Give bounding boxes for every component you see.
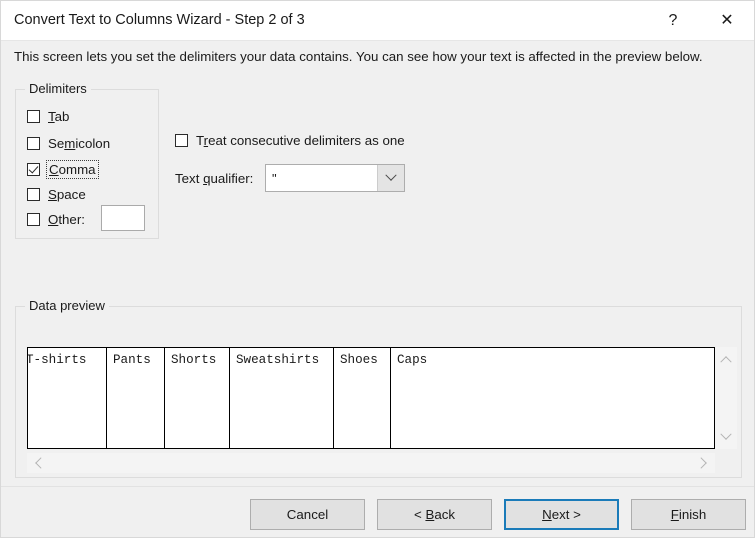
checkbox-other-box[interactable] [27, 213, 40, 226]
preview-column-header: Sweatshirts [236, 353, 320, 367]
delimiters-group-label: Delimiters [25, 81, 91, 96]
preview-column-header: Shorts [171, 353, 217, 367]
other-delimiter-input[interactable] [101, 205, 145, 231]
dialog-title: Convert Text to Columns Wizard - Step 2 … [14, 12, 305, 28]
accel-f: F [670, 507, 679, 522]
chevron-down-icon[interactable] [377, 165, 404, 191]
preview-column-0[interactable]: T-shirts [28, 348, 107, 448]
preview-column-header: Caps [397, 353, 428, 367]
preview-horizontal-scrollbar[interactable] [27, 453, 715, 473]
preview-column-5[interactable]: Caps [391, 348, 714, 448]
preview-column-header: Pants [113, 353, 151, 367]
checkbox-semicolon[interactable]: Semicolon [27, 134, 110, 153]
checkbox-other-label: Other: [48, 212, 85, 227]
preview-column-4[interactable]: Shoes [334, 348, 391, 448]
checkbox-treat-consecutive-delimiters[interactable]: Treat consecutive delimiters as one [175, 131, 405, 150]
checkbox-tab[interactable]: Tab [27, 107, 69, 126]
cancel-button[interactable]: Cancel [250, 499, 365, 530]
text-to-columns-wizard-dialog: Convert Text to Columns Wizard - Step 2 … [0, 0, 755, 538]
title-bar: Convert Text to Columns Wizard - Step 2 … [1, 1, 754, 41]
accel-c: C [49, 162, 59, 177]
next-button[interactable]: Next > [504, 499, 619, 530]
checkbox-tab-label: Tab [48, 109, 70, 124]
chevron-down-glyph [385, 169, 397, 181]
preview-column-header: Shoes [340, 353, 378, 367]
data-preview-table[interactable]: T-shirts Pants Shorts Sweatshirts Shoes … [27, 347, 715, 449]
scroll-right-icon[interactable] [694, 453, 714, 473]
instruction-text: This screen lets you set the delimiters … [14, 49, 703, 64]
checkbox-semicolon-label: Semicolon [48, 136, 111, 151]
checkbox-semicolon-box[interactable] [27, 137, 40, 150]
preview-column-3[interactable]: Sweatshirts [230, 348, 334, 448]
scroll-up-icon[interactable] [715, 349, 737, 369]
preview-column-header: T-shirts [28, 353, 87, 367]
accel-m: m [64, 136, 76, 151]
checkbox-comma-label: Comma [46, 160, 99, 179]
checkbox-space[interactable]: Space [27, 185, 86, 204]
scroll-left-icon[interactable] [28, 453, 48, 473]
next-button-label: Next > [542, 507, 581, 522]
text-qualifier-label: Text qualifier: [175, 171, 254, 186]
accel-q: q [203, 171, 211, 186]
preview-vertical-scrollbar[interactable] [715, 347, 737, 449]
back-button[interactable]: < Back [377, 499, 492, 530]
cancel-button-label: Cancel [286, 507, 329, 522]
preview-column-2[interactable]: Shorts [165, 348, 230, 448]
question-mark-icon: ? [668, 11, 678, 29]
checkbox-treat-consecutive-label: Treat consecutive delimiters as one [196, 133, 405, 148]
checkbox-space-box[interactable] [27, 188, 40, 201]
text-qualifier-value: " [272, 170, 277, 186]
scroll-down-icon[interactable] [715, 427, 737, 447]
accel-n: N [542, 507, 552, 522]
checkbox-treat-consecutive-box[interactable] [175, 134, 188, 147]
accel-b: B [425, 507, 435, 522]
accel-o: O [48, 212, 59, 227]
checkbox-other[interactable]: Other: [27, 210, 85, 229]
accel-t: T [48, 109, 55, 124]
close-button[interactable]: ✕ [704, 1, 750, 40]
checkbox-tab-box[interactable] [27, 110, 40, 123]
back-button-label: < Back [413, 507, 456, 522]
footer-separator [1, 486, 754, 487]
checkbox-space-label: Space [48, 187, 86, 202]
close-icon: ✕ [720, 11, 734, 29]
help-button[interactable]: ? [650, 1, 696, 40]
finish-button-label: Finish [670, 507, 707, 522]
checkbox-comma-box[interactable] [27, 163, 40, 176]
data-preview-group-label: Data preview [25, 298, 109, 313]
accel-s: S [48, 187, 57, 202]
checkbox-comma[interactable]: Comma [27, 160, 99, 179]
preview-column-1[interactable]: Pants [107, 348, 165, 448]
finish-button[interactable]: Finish [631, 499, 746, 530]
data-preview-columns: T-shirts Pants Shorts Sweatshirts Shoes … [28, 348, 714, 448]
text-qualifier-dropdown[interactable]: " [265, 164, 405, 192]
